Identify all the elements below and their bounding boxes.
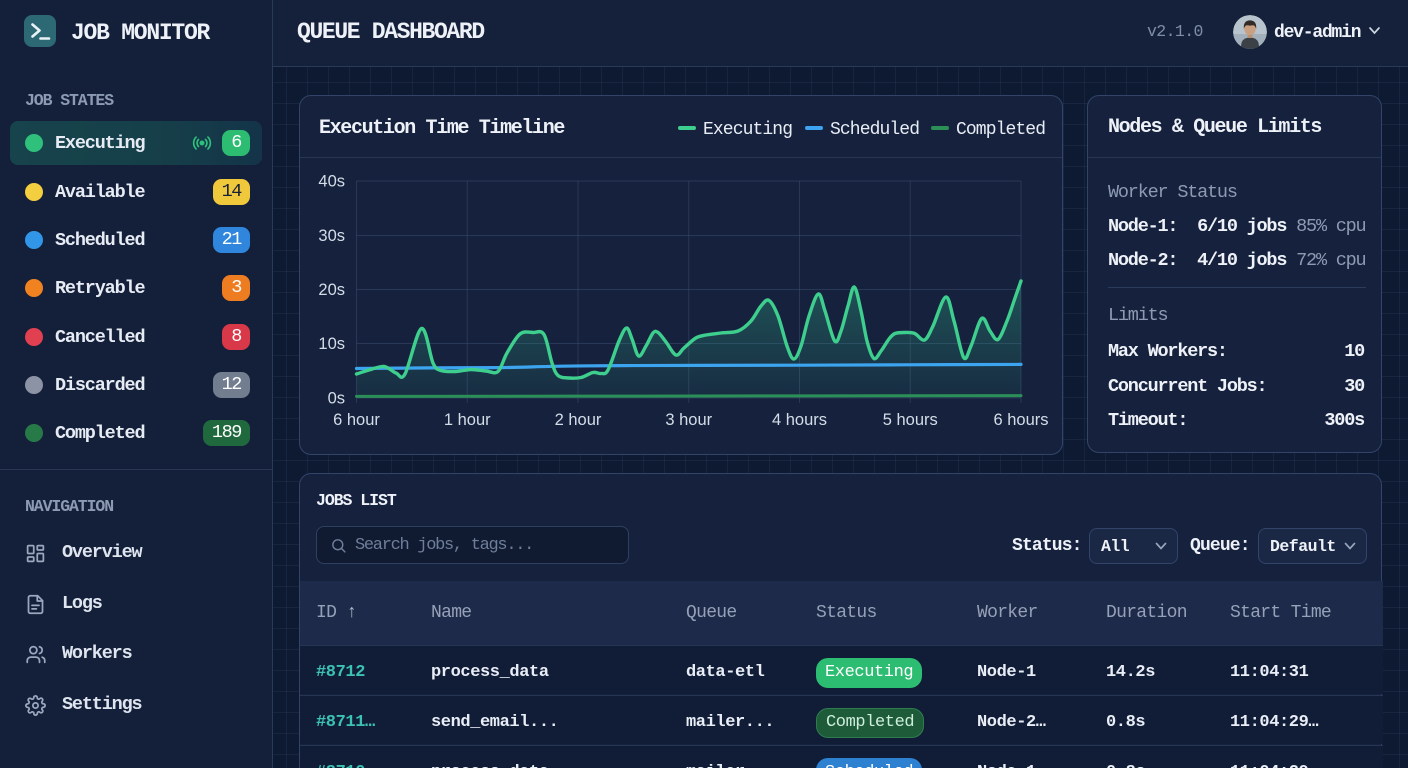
svg-text:4 hours: 4 hours <box>772 411 827 429</box>
svg-text:40s: 40s <box>318 173 345 191</box>
svg-text:5 hours: 5 hours <box>883 411 938 429</box>
svg-text:10s: 10s <box>318 335 345 353</box>
svg-text:0s: 0s <box>328 390 345 408</box>
svg-text:30s: 30s <box>318 227 345 245</box>
svg-text:1 hour: 1 hour <box>444 411 491 429</box>
svg-text:2 hour: 2 hour <box>555 411 602 429</box>
svg-text:6 hours: 6 hours <box>993 411 1048 429</box>
svg-text:3 hour: 3 hour <box>665 411 712 429</box>
svg-text:6 hour: 6 hour <box>333 411 380 429</box>
svg-text:20s: 20s <box>318 281 345 299</box>
